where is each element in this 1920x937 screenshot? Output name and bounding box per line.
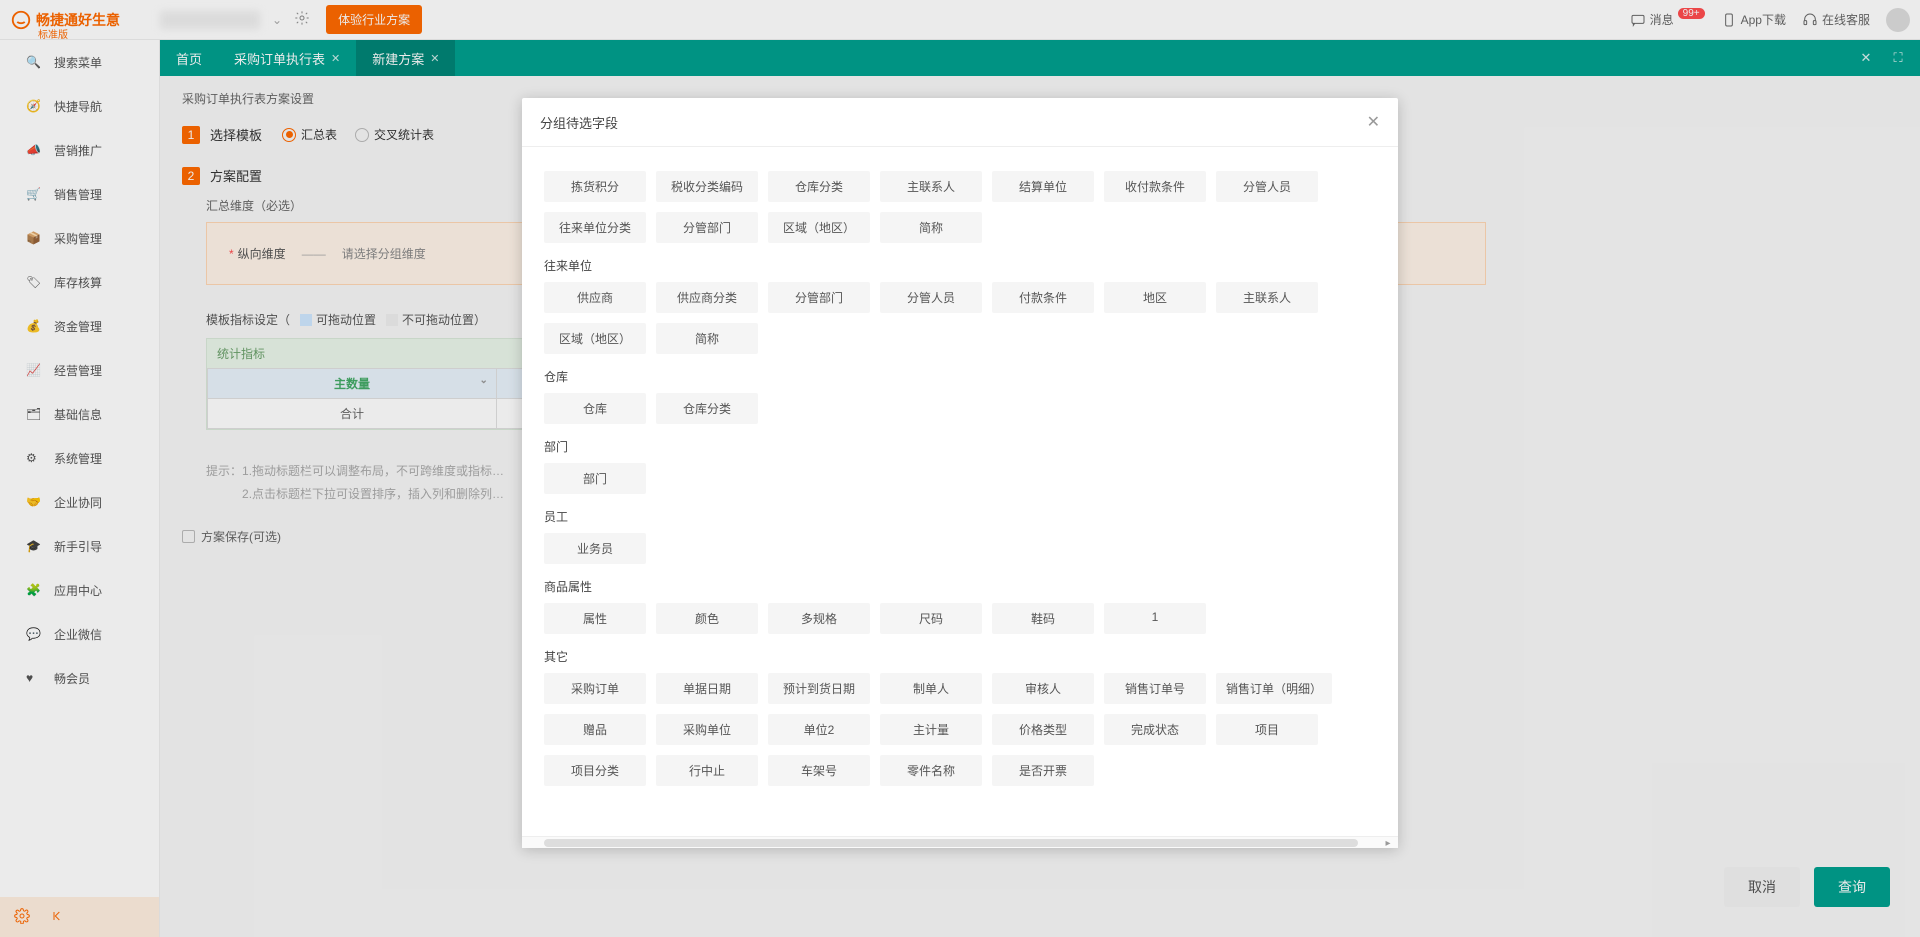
- field-chip[interactable]: 分管部门: [768, 282, 870, 313]
- field-chip[interactable]: 项目分类: [544, 755, 646, 786]
- modal-body[interactable]: 拣货积分税收分类编码仓库分类主联系人结算单位收付款条件分管人员往来单位分类分管部…: [522, 147, 1398, 836]
- field-chip[interactable]: 供应商: [544, 282, 646, 313]
- field-chip[interactable]: 单据日期: [656, 673, 758, 704]
- field-group-5: 商品属性属性颜色多规格尺码鞋码 1: [544, 578, 1376, 634]
- field-chip[interactable]: 往来单位分类: [544, 212, 646, 243]
- field-chip[interactable]: 审核人: [992, 673, 1094, 704]
- field-chip[interactable]: 拣货积分: [544, 171, 646, 202]
- field-chip[interactable]: 地区: [1104, 282, 1206, 313]
- field-chip[interactable]: 业务员: [544, 533, 646, 564]
- field-chip[interactable]: 销售订单（明细）: [1216, 673, 1332, 704]
- field-chip[interactable]: 仓库: [544, 393, 646, 424]
- field-chip[interactable]: 销售订单号: [1104, 673, 1206, 704]
- field-chip[interactable]: 属性: [544, 603, 646, 634]
- field-group-title: 仓库: [544, 368, 1376, 385]
- field-chip[interactable]: 收付款条件: [1104, 171, 1206, 202]
- field-group-title: 员工: [544, 508, 1376, 525]
- field-group-title: 部门: [544, 438, 1376, 455]
- modal-title: 分组待选字段: [540, 113, 618, 132]
- field-chip[interactable]: 零件名称: [880, 755, 982, 786]
- field-chip[interactable]: 区域（地区）: [544, 323, 646, 354]
- field-group-0: 拣货积分税收分类编码仓库分类主联系人结算单位收付款条件分管人员往来单位分类分管部…: [544, 171, 1376, 243]
- field-chip[interactable]: 颜色: [656, 603, 758, 634]
- field-chip[interactable]: 预计到货日期: [768, 673, 870, 704]
- field-chip[interactable]: 仓库分类: [656, 393, 758, 424]
- field-chip[interactable]: 采购订单: [544, 673, 646, 704]
- field-group-6: 其它采购订单单据日期预计到货日期制单人审核人销售订单号销售订单（明细） 赠品采购单…: [544, 648, 1376, 786]
- field-group-4: 员工业务员: [544, 508, 1376, 564]
- field-chip[interactable]: 分管人员: [1216, 171, 1318, 202]
- field-chip[interactable]: 简称: [656, 323, 758, 354]
- field-chip[interactable]: 区域（地区）: [768, 212, 870, 243]
- chip-row: 仓库仓库分类: [544, 393, 1376, 424]
- field-chip[interactable]: 主计量: [880, 714, 982, 745]
- field-group-1: 往来单位供应商供应商分类分管部门分管人员付款条件地区主联系人区域（地区） 简称: [544, 257, 1376, 354]
- chip-row: 属性颜色多规格尺码鞋码 1: [544, 603, 1376, 634]
- field-group-2: 仓库仓库仓库分类: [544, 368, 1376, 424]
- field-chip[interactable]: 供应商分类: [656, 282, 758, 313]
- field-chip[interactable]: 价格类型: [992, 714, 1094, 745]
- field-chip[interactable]: 结算单位: [992, 171, 1094, 202]
- field-chip[interactable]: 1: [1104, 603, 1206, 634]
- scrollbar-thumb[interactable]: [544, 839, 1358, 847]
- field-chip[interactable]: 分管部门: [656, 212, 758, 243]
- chip-row: 供应商供应商分类分管部门分管人员付款条件地区主联系人区域（地区） 简称: [544, 282, 1376, 354]
- chip-row: 拣货积分税收分类编码仓库分类主联系人结算单位收付款条件分管人员往来单位分类分管部…: [544, 171, 1376, 243]
- field-chip[interactable]: 尺码: [880, 603, 982, 634]
- field-chip[interactable]: 行中止: [656, 755, 758, 786]
- field-group-title: 其它: [544, 648, 1376, 665]
- field-group-3: 部门部门: [544, 438, 1376, 494]
- field-chip[interactable]: 完成状态: [1104, 714, 1206, 745]
- modal-h-scrollbar[interactable]: ▸: [522, 836, 1398, 848]
- field-chip[interactable]: 主联系人: [880, 171, 982, 202]
- chip-row: 业务员: [544, 533, 1376, 564]
- field-chip[interactable]: 赠品: [544, 714, 646, 745]
- field-chip[interactable]: 主联系人: [1216, 282, 1318, 313]
- field-chip[interactable]: 仓库分类: [768, 171, 870, 202]
- field-group-title: 商品属性: [544, 578, 1376, 595]
- chip-row: 采购订单单据日期预计到货日期制单人审核人销售订单号销售订单（明细） 赠品采购单位单…: [544, 673, 1376, 786]
- field-chip[interactable]: 单位2: [768, 714, 870, 745]
- field-chip[interactable]: 部门: [544, 463, 646, 494]
- field-chip[interactable]: 付款条件: [992, 282, 1094, 313]
- field-chip[interactable]: 项目: [1216, 714, 1318, 745]
- field-chip[interactable]: 鞋码: [992, 603, 1094, 634]
- field-chip[interactable]: 是否开票: [992, 755, 1094, 786]
- field-chip[interactable]: 简称: [880, 212, 982, 243]
- field-group-title: 往来单位: [544, 257, 1376, 274]
- field-chip[interactable]: 税收分类编码: [656, 171, 758, 202]
- field-chip[interactable]: 车架号: [768, 755, 870, 786]
- chip-row: 部门: [544, 463, 1376, 494]
- scroll-right-icon[interactable]: ▸: [1382, 837, 1394, 849]
- field-chip[interactable]: 多规格: [768, 603, 870, 634]
- field-chip[interactable]: 制单人: [880, 673, 982, 704]
- field-chip[interactable]: 分管人员: [880, 282, 982, 313]
- field-picker-modal: 分组待选字段 ✕ 拣货积分税收分类编码仓库分类主联系人结算单位收付款条件分管人员…: [522, 98, 1398, 848]
- close-icon[interactable]: ✕: [1367, 112, 1380, 132]
- modal-header: 分组待选字段 ✕: [522, 98, 1398, 147]
- field-chip[interactable]: 采购单位: [656, 714, 758, 745]
